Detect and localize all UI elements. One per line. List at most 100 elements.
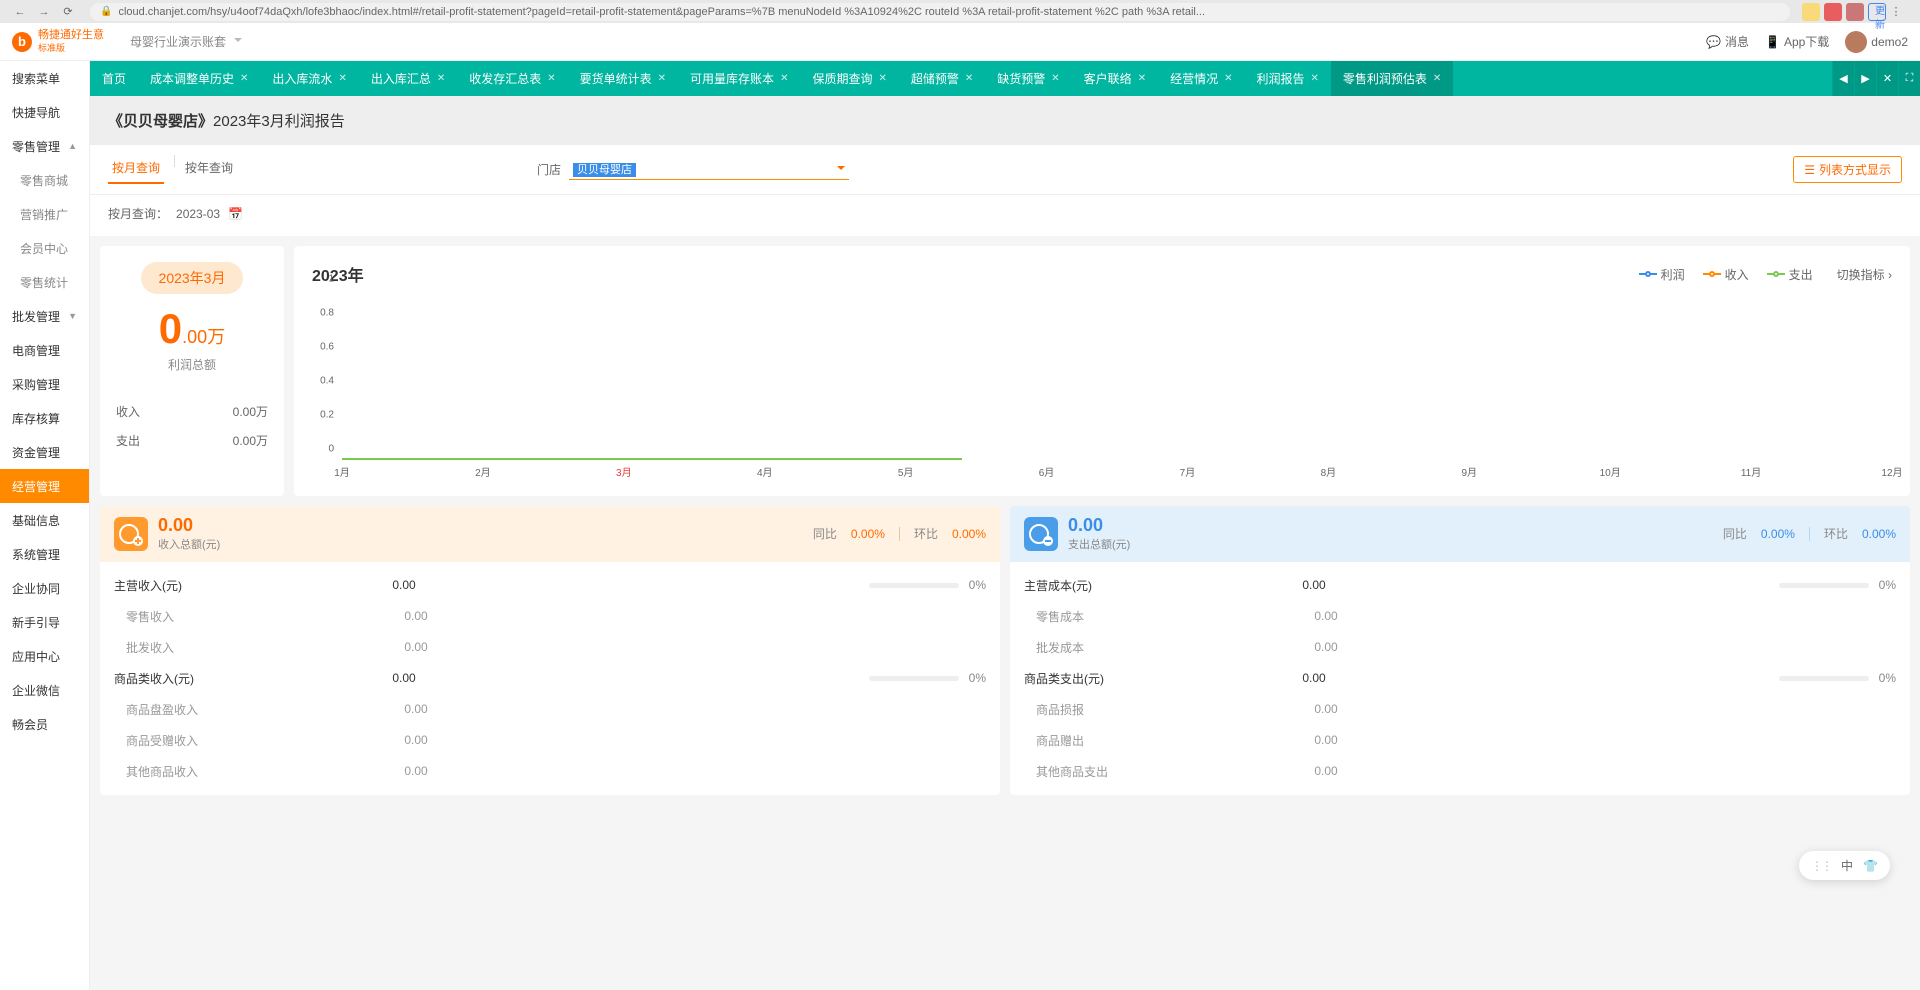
legend-item[interactable]: 收入 — [1703, 266, 1749, 283]
store-select[interactable]: 贝贝母婴店 — [569, 159, 849, 180]
profit-total-label: 利润总额 — [114, 356, 270, 373]
summary-expense-row: 支出0.00万 — [114, 426, 270, 455]
browser-forward[interactable]: → — [34, 2, 54, 22]
tab-8[interactable]: 超储预警✕ — [899, 61, 985, 96]
close-icon[interactable]: ✕ — [437, 73, 445, 84]
sidebar-item-3[interactable]: 零售商城 — [0, 163, 89, 197]
data-row: 其他商品支出0.00 — [1024, 756, 1896, 787]
list-view-button[interactable]: ☰ 列表方式显示 — [1793, 156, 1902, 183]
download-icon: 📱 — [1765, 35, 1780, 49]
sidebar-item-18[interactable]: 企业微信 — [0, 673, 89, 707]
expense-total-label: 支出总额(元) — [1068, 536, 1130, 552]
logo[interactable]: b 畅捷通好生意 标准版 — [12, 29, 104, 54]
filter-by-year-tab[interactable]: 按年查询 — [181, 155, 237, 184]
sidebar-item-7[interactable]: 批发管理▼ — [0, 299, 89, 333]
switch-metric-button[interactable]: 切换指标 › — [1837, 266, 1892, 283]
dataset-select[interactable]: 母婴行业演示账套 — [122, 29, 250, 54]
tab-0[interactable]: 首页 — [90, 61, 138, 96]
sidebar-item-15[interactable]: 企业协同 — [0, 571, 89, 605]
url-text: cloud.chanjet.com/hsy/u4oof74daQxh/lofe3… — [118, 6, 1205, 18]
data-row: 商品盘盈收入0.00 — [114, 694, 986, 725]
close-icon[interactable]: ✕ — [547, 73, 555, 84]
tab-fullscreen[interactable]: ⛶ — [1898, 61, 1920, 96]
close-icon[interactable]: ✕ — [338, 73, 346, 84]
close-icon[interactable]: ✕ — [780, 73, 788, 84]
tab-11[interactable]: 经营情况✕ — [1158, 61, 1244, 96]
browser-back[interactable]: ← — [10, 2, 30, 22]
sidebar-item-12[interactable]: 经营管理 — [0, 469, 89, 503]
tab-6[interactable]: 可用量库存账本✕ — [678, 61, 800, 96]
close-icon[interactable]: ✕ — [1138, 73, 1146, 84]
store-label: 门店 — [537, 161, 561, 178]
tab-12[interactable]: 利润报告✕ — [1244, 61, 1330, 96]
tab-9[interactable]: 缺货预警✕ — [985, 61, 1071, 96]
sidebar-item-6[interactable]: 零售统计 — [0, 265, 89, 299]
store-value: 贝贝母婴店 — [573, 163, 636, 177]
data-row: 批发成本0.00 — [1024, 632, 1896, 663]
extension-1-icon[interactable] — [1802, 3, 1820, 21]
close-icon[interactable]: ✕ — [240, 73, 248, 84]
chevron-right-icon: › — [1888, 268, 1892, 282]
sidebar-item-16[interactable]: 新手引导 — [0, 605, 89, 639]
sidebar-item-9[interactable]: 采购管理 — [0, 367, 89, 401]
tab-1[interactable]: 成本调整单历史✕ — [138, 61, 260, 96]
close-icon[interactable]: ✕ — [1224, 73, 1232, 84]
tab-5[interactable]: 要货单统计表✕ — [568, 61, 678, 96]
sub-filter-label: 按月查询： — [108, 205, 168, 222]
progress-bar — [869, 583, 959, 588]
browser-reload[interactable]: ⟳ — [58, 2, 78, 22]
legend-item[interactable]: 支出 — [1767, 266, 1813, 283]
sidebar-item-19[interactable]: 畅会员 — [0, 707, 89, 741]
tab-scroll-left[interactable]: ◀ — [1832, 61, 1854, 96]
logo-text: 畅捷通好生意 — [38, 29, 104, 41]
sidebar-item-2[interactable]: 零售管理▲ — [0, 129, 89, 163]
tab-scroll-right[interactable]: ▶ — [1854, 61, 1876, 96]
chevron-icon: ▲ — [68, 141, 77, 151]
sidebar-item-10[interactable]: 库存核算 — [0, 401, 89, 435]
close-icon[interactable]: ✕ — [1433, 73, 1441, 84]
user-menu[interactable]: demo2 — [1845, 31, 1908, 53]
close-icon[interactable]: ✕ — [965, 73, 973, 84]
sidebar-item-4[interactable]: 营销推广 — [0, 197, 89, 231]
close-icon[interactable]: ✕ — [658, 73, 666, 84]
sidebar-item-13[interactable]: 基础信息 — [0, 503, 89, 537]
app-download-button[interactable]: 📱 App下载 — [1765, 33, 1829, 50]
messages-button[interactable]: 💬 消息 — [1706, 33, 1749, 50]
sidebar-item-0[interactable]: 搜索菜单 — [0, 61, 89, 95]
sidebar-item-14[interactable]: 系统管理 — [0, 537, 89, 571]
sidebar-item-5[interactable]: 会员中心 — [0, 231, 89, 265]
tab-close-all[interactable]: ✕ — [1876, 61, 1898, 96]
progress-bar — [869, 676, 959, 681]
sidebar-item-1[interactable]: 快捷导航 — [0, 95, 89, 129]
y-tick: 0 — [328, 444, 334, 455]
legend-item[interactable]: 利润 — [1639, 266, 1685, 283]
close-icon[interactable]: ✕ — [878, 73, 886, 84]
tab-7[interactable]: 保质期查询✕ — [800, 61, 898, 96]
url-bar[interactable]: 🔒 cloud.chanjet.com/hsy/u4oof74daQxh/lof… — [90, 3, 1790, 21]
tab-4[interactable]: 收发存汇总表✕ — [457, 61, 567, 96]
message-icon: 💬 — [1706, 35, 1721, 49]
sidebar-item-8[interactable]: 电商管理 — [0, 333, 89, 367]
browser-profile-icon[interactable] — [1846, 3, 1864, 21]
sidebar-item-11[interactable]: 资金管理 — [0, 435, 89, 469]
close-icon[interactable]: ✕ — [1311, 73, 1319, 84]
income-icon — [114, 517, 148, 551]
browser-menu-icon[interactable]: ⋮ — [1886, 2, 1906, 22]
page-content: 《贝贝母婴店》2023年3月利润报告 按月查询 按年查询 门店 贝贝母婴店 ☰ … — [90, 96, 1920, 990]
chart-title: 2023年 — [312, 262, 364, 286]
tab-10[interactable]: 客户联络✕ — [1072, 61, 1158, 96]
filter-by-month-tab[interactable]: 按月查询 — [108, 155, 164, 184]
sub-filter-value: 2023-03 — [176, 207, 220, 221]
tab-3[interactable]: 出入库汇总✕ — [359, 61, 457, 96]
calendar-icon[interactable]: 📅 — [228, 207, 243, 221]
tab-13[interactable]: 零售利润预估表✕ — [1331, 61, 1453, 96]
browser-update-button[interactable]: 更新 — [1868, 3, 1886, 21]
close-icon[interactable]: ✕ — [1051, 73, 1059, 84]
extension-2-icon[interactable] — [1824, 3, 1842, 21]
tab-2[interactable]: 出入库流水✕ — [260, 61, 358, 96]
float-language-widget[interactable]: ⋮⋮ 中 👕 — [1799, 851, 1890, 880]
sidebar: 搜索菜单快捷导航零售管理▲零售商城营销推广会员中心零售统计批发管理▼电商管理采购… — [0, 61, 90, 990]
data-row: 商品类收入(元)0.000% — [114, 663, 986, 694]
sidebar-item-17[interactable]: 应用中心 — [0, 639, 89, 673]
y-tick: 0.2 — [320, 410, 334, 421]
